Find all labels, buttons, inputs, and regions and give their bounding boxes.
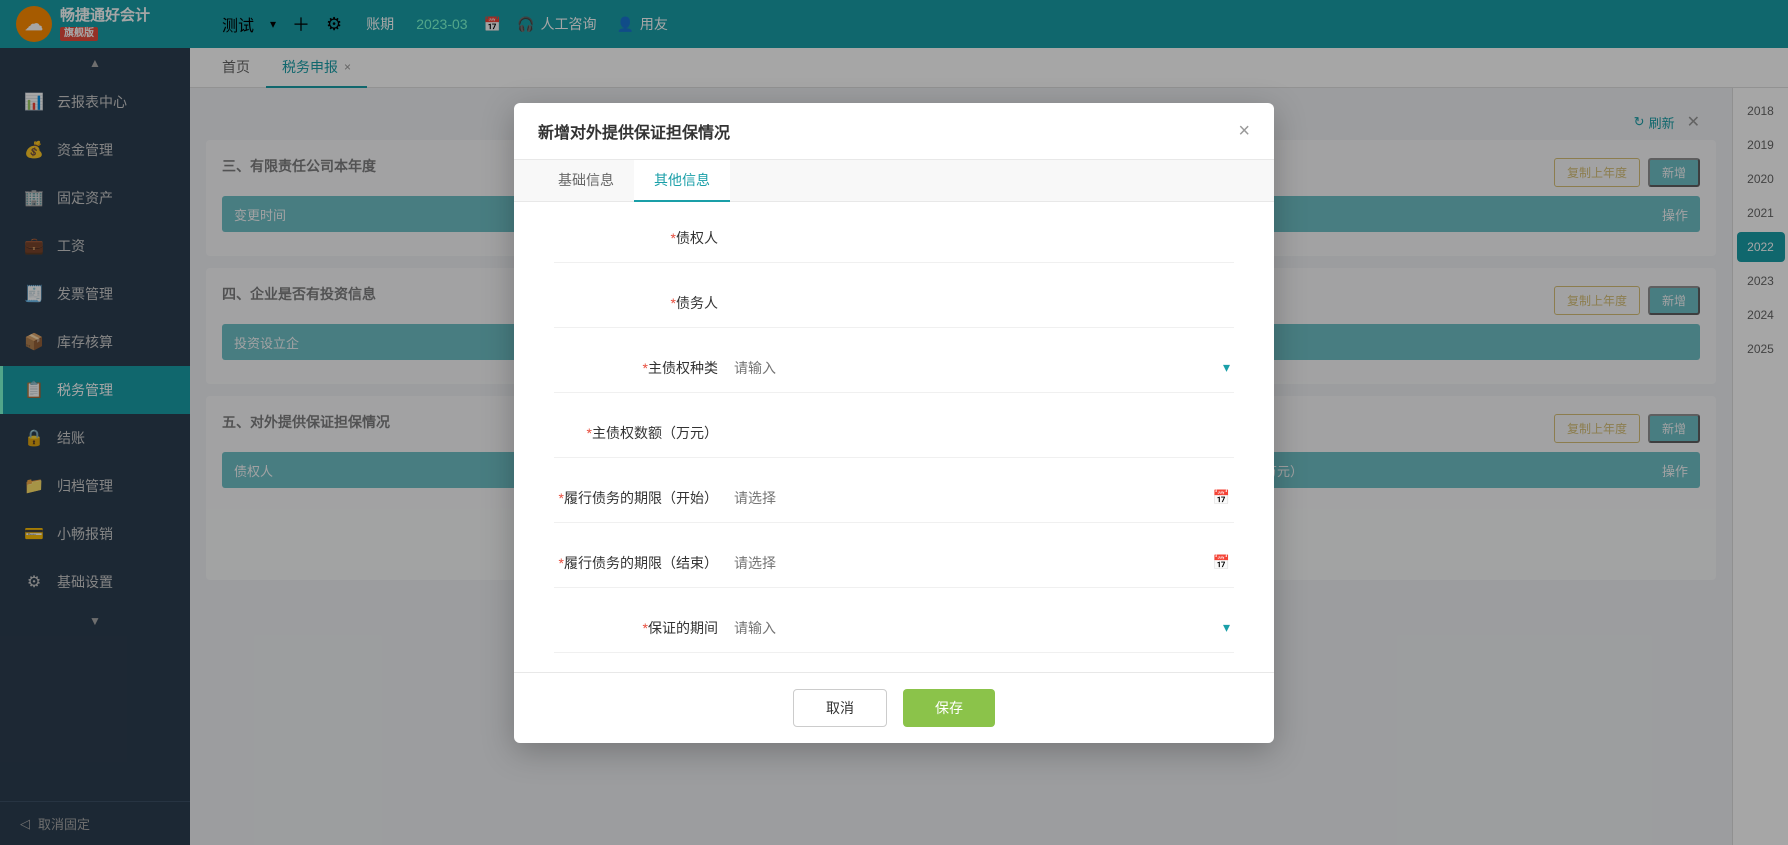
period-start-wrapper: 📅 [734, 486, 1234, 510]
subtab-other-label: 其他信息 [654, 172, 710, 188]
required-star-debt-type: * [643, 360, 648, 376]
field-guarantee-period: *保证的期间 ▾ [554, 616, 1234, 653]
field-debt-amount-label: *主债权数额（万元） [554, 423, 734, 443]
field-debt-amount: *主债权数额（万元） [554, 421, 1234, 458]
modal-body: *债权人 *债务人 *主债权种类 ▾ *主债权数额（万元） [514, 202, 1274, 672]
creditor-input[interactable] [734, 226, 1234, 250]
modal-header: 新增对外提供保证担保情况 × [514, 103, 1274, 160]
period-start-input[interactable] [734, 486, 1234, 510]
debt-type-dropdown-icon[interactable]: ▾ [1223, 359, 1230, 376]
field-period-start-label: *履行债务的期限（开始） [554, 488, 734, 508]
debt-amount-input[interactable] [734, 421, 1234, 445]
field-debtor: *债务人 [554, 291, 1234, 328]
save-button[interactable]: 保存 [903, 689, 995, 727]
field-debt-type: *主债权种类 ▾ [554, 356, 1234, 393]
required-star-guarantee-period: * [643, 620, 648, 636]
field-period-start: *履行债务的期限（开始） 📅 [554, 486, 1234, 523]
field-period-end: *履行债务的期限（结束） 📅 [554, 551, 1234, 588]
required-star-period-end: * [559, 555, 564, 571]
period-end-calendar-icon[interactable]: 📅 [1213, 554, 1230, 571]
guarantee-period-input[interactable] [734, 616, 1234, 640]
period-start-calendar-icon[interactable]: 📅 [1213, 489, 1230, 506]
guarantee-period-wrapper: ▾ [734, 616, 1234, 640]
required-star-period-start: * [559, 490, 564, 506]
field-period-end-label: *履行债务的期限（结束） [554, 553, 734, 573]
required-star-creditor: * [671, 230, 676, 246]
field-creditor-label: *债权人 [554, 228, 734, 248]
subtab-basic-label: 基础信息 [558, 172, 614, 188]
modal-subtab-other[interactable]: 其他信息 [634, 160, 730, 202]
modal-footer: 取消 保存 [514, 672, 1274, 743]
modal-close-button[interactable]: × [1238, 121, 1250, 141]
field-debt-type-label: *主债权种类 [554, 358, 734, 378]
debt-type-input[interactable] [734, 356, 1234, 380]
field-guarantee-period-label: *保证的期间 [554, 618, 734, 638]
modal-subtab-basic[interactable]: 基础信息 [538, 160, 634, 202]
modal-add-guarantee: 新增对外提供保证担保情况 × 基础信息 其他信息 *债权人 *债务人 [514, 103, 1274, 743]
guarantee-period-dropdown-icon[interactable]: ▾ [1223, 619, 1230, 636]
cancel-button[interactable]: 取消 [793, 689, 887, 727]
required-star-debt-amount: * [587, 425, 592, 441]
period-end-wrapper: 📅 [734, 551, 1234, 575]
debt-type-select-wrapper: ▾ [734, 356, 1234, 380]
field-debtor-label: *债务人 [554, 293, 734, 313]
modal-subtabs: 基础信息 其他信息 [514, 160, 1274, 202]
modal-title: 新增对外提供保证担保情况 [538, 119, 730, 143]
field-creditor: *债权人 [554, 226, 1234, 263]
debtor-input[interactable] [734, 291, 1234, 315]
required-star-debtor: * [671, 295, 676, 311]
period-end-input[interactable] [734, 551, 1234, 575]
